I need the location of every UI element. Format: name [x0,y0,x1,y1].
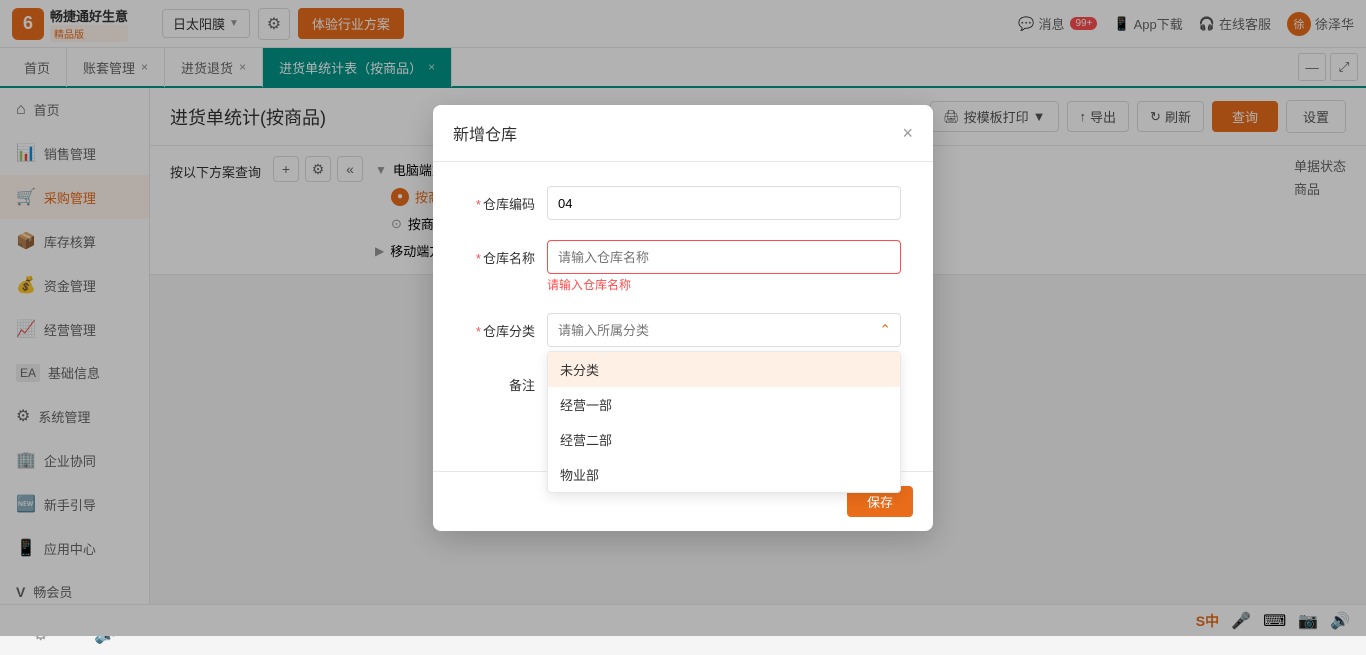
dialog-title: 新增仓库 [453,121,517,145]
dropdown-item-dept1[interactable]: 经营一部 [548,387,900,422]
form-row-category: 仓库分类 ⌃ 未分类 经营一部 经营二部 物业部 [465,313,901,347]
category-label: 仓库分类 [465,313,535,340]
name-input[interactable] [547,240,901,274]
name-error-message: 请输入仓库名称 [547,276,901,293]
dropdown-item-dept2[interactable]: 经营二部 [548,422,900,457]
category-dropdown-arrow[interactable]: ⌃ [879,322,891,339]
dialog-header: 新增仓库 × [433,105,933,162]
note-label: 备注 [465,367,535,394]
name-label: 仓库名称 [465,240,535,267]
form-row-name: 仓库名称 请输入仓库名称 [465,240,901,293]
dialog-close-button[interactable]: × [902,123,913,144]
dropdown-item-dept3[interactable]: 物业部 [548,457,900,492]
category-dropdown-list: 未分类 经营一部 经营二部 物业部 [547,351,901,493]
category-input-wrapper: ⌃ 未分类 经营一部 经营二部 物业部 [547,313,901,347]
dialog-body: 仓库编码 仓库名称 请输入仓库名称 仓库分类 ⌃ 未分类 [433,162,933,471]
add-warehouse-dialog: 新增仓库 × 仓库编码 仓库名称 请输入仓库名称 仓库分类 [433,105,933,531]
dialog-overlay: 新增仓库 × 仓库编码 仓库名称 请输入仓库名称 仓库分类 [0,0,1366,636]
code-label: 仓库编码 [465,186,535,213]
form-row-code: 仓库编码 [465,186,901,220]
code-input[interactable] [547,186,901,220]
name-input-wrapper: 请输入仓库名称 [547,240,901,293]
dropdown-item-unclassified[interactable]: 未分类 [548,352,900,387]
category-input[interactable] [547,313,901,347]
